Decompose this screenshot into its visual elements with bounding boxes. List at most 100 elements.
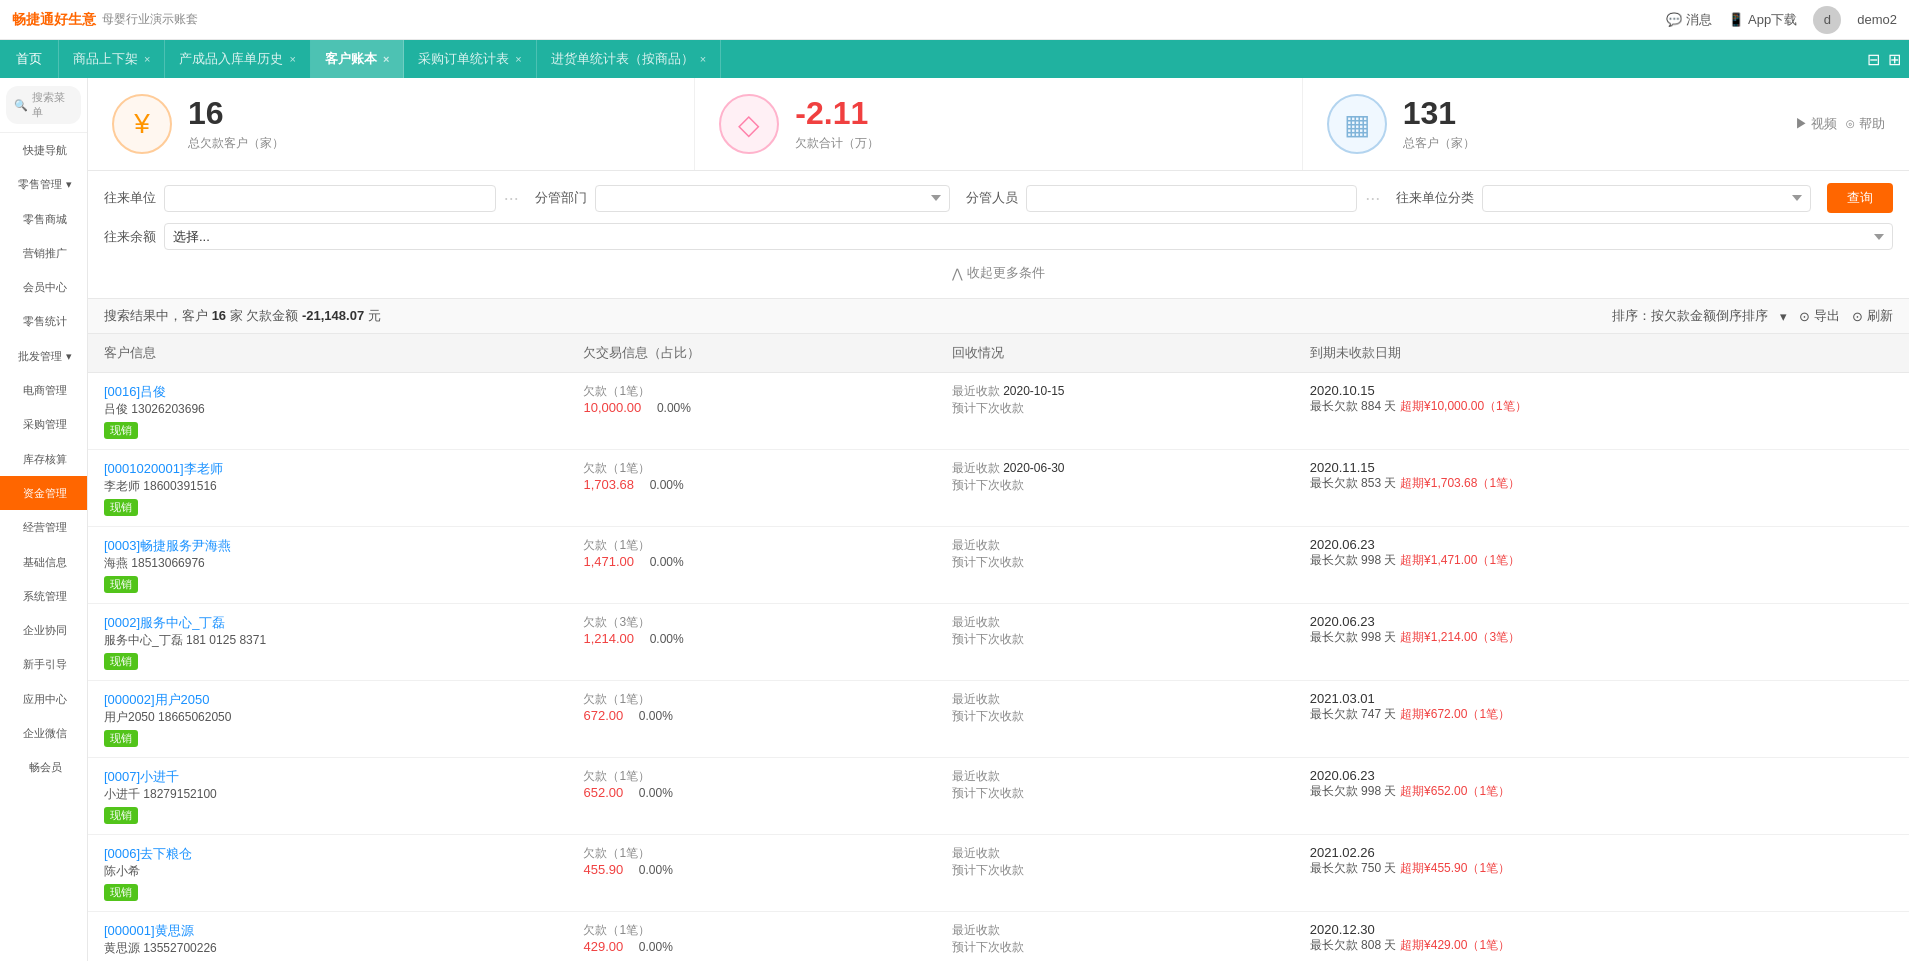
customer-phone: 陈小希: [104, 864, 140, 878]
stat-info-owed-amount: -2.11 欠款合计（万）: [795, 96, 879, 152]
sidebar-item-operations[interactable]: 经营管理: [0, 510, 87, 544]
tab-production-label: 产成品入库单历史: [179, 50, 283, 68]
customer-phone: 用户2050 18665062050: [104, 710, 231, 724]
tab-purchase[interactable]: 采购订单统计表 ×: [404, 40, 536, 78]
filter-label-category: 往来单位分类: [1396, 189, 1474, 207]
avatar[interactable]: d: [1813, 6, 1841, 34]
owed-info-cell: 欠款（3笔） 1,214.00 0.00%: [567, 604, 935, 681]
msg-btn[interactable]: 💬 消息: [1666, 11, 1712, 29]
sidebar-item-purchase-mgmt[interactable]: 采购管理: [0, 407, 87, 441]
sidebar-item-retail-mgmt[interactable]: 零售管理 ▾: [0, 167, 87, 201]
owed-pct: 0.00%: [657, 401, 691, 415]
customer-id-name-link[interactable]: [0001020001]李老师: [104, 461, 223, 476]
table-row: [0003]畅捷服务尹海燕 海燕 18513066976 现销 欠款（1笔） 1…: [88, 527, 1909, 604]
customer-id-name-link[interactable]: [000001]黄思源: [104, 923, 194, 938]
customer-tag: 现销: [104, 653, 138, 670]
customer-id-name-link[interactable]: [000002]用户2050: [104, 692, 210, 707]
customer-id-name-link[interactable]: [0003]畅捷服务尹海燕: [104, 538, 231, 553]
customer-id-name-link[interactable]: [0002]服务中心_丁磊: [104, 615, 225, 630]
sidebar-item-quick-nav[interactable]: 快捷导航: [0, 133, 87, 167]
tab-goods[interactable]: 商品上下架 ×: [59, 40, 165, 78]
owed-amount: 10,000.00: [583, 400, 641, 415]
filter-collapse-btn[interactable]: ⋀ 收起更多条件: [952, 264, 1045, 282]
tab-minimize-icon[interactable]: ⊟: [1867, 50, 1880, 69]
tab-purchase-close[interactable]: ×: [515, 53, 521, 65]
result-amount-value: -21,148.07: [302, 308, 364, 323]
overdue-link[interactable]: 超期¥429.00（1笔）: [1400, 938, 1510, 952]
sidebar-item-system[interactable]: 系统管理: [0, 579, 87, 613]
filter-dots-unit[interactable]: ···: [504, 188, 519, 209]
tab-customer-close[interactable]: ×: [383, 53, 389, 65]
overdue-days: 最长欠款 808 天: [1310, 938, 1397, 952]
result-customer-count: 16: [212, 308, 226, 323]
overdue-link[interactable]: 超期¥1,471.00（1笔）: [1400, 553, 1520, 567]
tab-inbound-close[interactable]: ×: [700, 53, 706, 65]
owed-count: 欠款（1笔）: [583, 384, 650, 398]
filter-input-person[interactable]: [1026, 185, 1358, 212]
export-btn[interactable]: ⊙ 导出: [1799, 307, 1840, 325]
filter-select-category[interactable]: [1482, 185, 1811, 212]
customer-id-name-link[interactable]: [0007]小进千: [104, 769, 179, 784]
overdue-link[interactable]: 超期¥672.00（1笔）: [1400, 707, 1510, 721]
customer-id-name-link[interactable]: [0006]去下粮仓: [104, 846, 192, 861]
sidebar-item-basic-info[interactable]: 基础信息: [0, 545, 87, 579]
overdue-link[interactable]: 超期¥455.90（1笔）: [1400, 861, 1510, 875]
filter-select-balance[interactable]: 选择...: [164, 223, 1893, 250]
sidebar-search-box[interactable]: 🔍 搜索菜单: [6, 86, 81, 124]
sidebar-item-enterprise-coop[interactable]: 企业协同: [0, 613, 87, 647]
tab-production[interactable]: 产成品入库单历史 ×: [165, 40, 310, 78]
overdue-days: 最长欠款 998 天: [1310, 553, 1397, 567]
result-amount-label: 欠款金额: [246, 308, 298, 323]
help-btn[interactable]: ⊙ 帮助: [1845, 115, 1885, 133]
filter-select-dept[interactable]: [595, 185, 950, 212]
tab-goods-close[interactable]: ×: [144, 53, 150, 65]
th-due-date: 到期未收款日期: [1294, 334, 1909, 373]
sidebar-item-ecommerce[interactable]: 电商管理: [0, 373, 87, 407]
sidebar-item-batch-mgmt[interactable]: 批发管理 ▾: [0, 339, 87, 373]
due-date-value: 2020.12.30: [1310, 922, 1375, 937]
filter-item-dept: 分管部门: [535, 185, 950, 212]
stat-info-total-customers: 131 总客户（家）: [1403, 96, 1475, 152]
stat-value-total-customers: 131: [1403, 96, 1475, 131]
customer-info-cell: [0007]小进千 小进千 18279152100 现销: [88, 758, 567, 835]
due-date-cell: 2020.06.23 最长欠款 998 天 超期¥652.00（1笔）: [1294, 758, 1909, 835]
stat-icon-owed-amount: ◇: [719, 94, 779, 154]
sidebar-item-inventory[interactable]: 库存核算: [0, 442, 87, 476]
video-btn[interactable]: ▶ 视频: [1795, 115, 1838, 133]
sidebar-item-retail-stats[interactable]: 零售统计: [0, 304, 87, 338]
stat-icon-total-customers: ▦: [1327, 94, 1387, 154]
tab-home[interactable]: 首页: [0, 40, 59, 78]
sidebar-item-member[interactable]: 会员中心: [0, 270, 87, 304]
tab-maximize-icon[interactable]: ⊞: [1888, 50, 1901, 69]
sidebar-item-member-vip[interactable]: 畅会员: [0, 750, 87, 784]
sidebar-item-capital[interactable]: 资金管理: [0, 476, 87, 510]
app-icon: 📱: [1728, 12, 1744, 27]
filter-input-unit[interactable]: [164, 185, 496, 212]
sidebar-item-enterprise-wechat[interactable]: 企业微信: [0, 716, 87, 750]
overdue-link[interactable]: 超期¥10,000.00（1笔）: [1400, 399, 1527, 413]
due-date-cell: 2020.12.30 最长欠款 808 天 超期¥429.00（1笔）: [1294, 912, 1909, 962]
last-collect-date: 2020-06-30: [1003, 461, 1064, 475]
refresh-btn[interactable]: ⊙ 刷新: [1852, 307, 1893, 325]
tab-customer[interactable]: 客户账本 ×: [311, 40, 404, 78]
sidebar-purchase-mgmt-label: 采购管理: [7, 417, 83, 431]
sidebar-item-app-center[interactable]: 应用中心: [0, 682, 87, 716]
owed-amount: 672.00: [583, 708, 623, 723]
overdue-link[interactable]: 超期¥1,703.68（1笔）: [1400, 476, 1520, 490]
collection-cell: 最近收款 2020-06-30 预计下次收款: [936, 450, 1294, 527]
filter-dots-person[interactable]: ···: [1365, 188, 1380, 209]
tab-production-close[interactable]: ×: [289, 53, 295, 65]
app-btn[interactable]: 📱 App下载: [1728, 11, 1797, 29]
sidebar-item-marketing[interactable]: 营销推广: [0, 236, 87, 270]
app-label: App下载: [1748, 11, 1797, 29]
overdue-link[interactable]: 超期¥1,214.00（3笔）: [1400, 630, 1520, 644]
customer-id-name-link[interactable]: [0016]吕俊: [104, 384, 166, 399]
search-button[interactable]: 查询: [1827, 183, 1893, 213]
owed-amount: 455.90: [583, 862, 623, 877]
sidebar-item-new-guide[interactable]: 新手引导: [0, 647, 87, 681]
sidebar-item-retail-shop[interactable]: 零售商城: [0, 202, 87, 236]
tab-inbound[interactable]: 进货单统计表（按商品） ×: [537, 40, 721, 78]
filter-label-unit: 往来单位: [104, 189, 156, 207]
stat-card-total-customers: ▦ 131 总客户（家） ▶ 视频 ⊙ 帮助: [1303, 78, 1909, 170]
overdue-link[interactable]: 超期¥652.00（1笔）: [1400, 784, 1510, 798]
